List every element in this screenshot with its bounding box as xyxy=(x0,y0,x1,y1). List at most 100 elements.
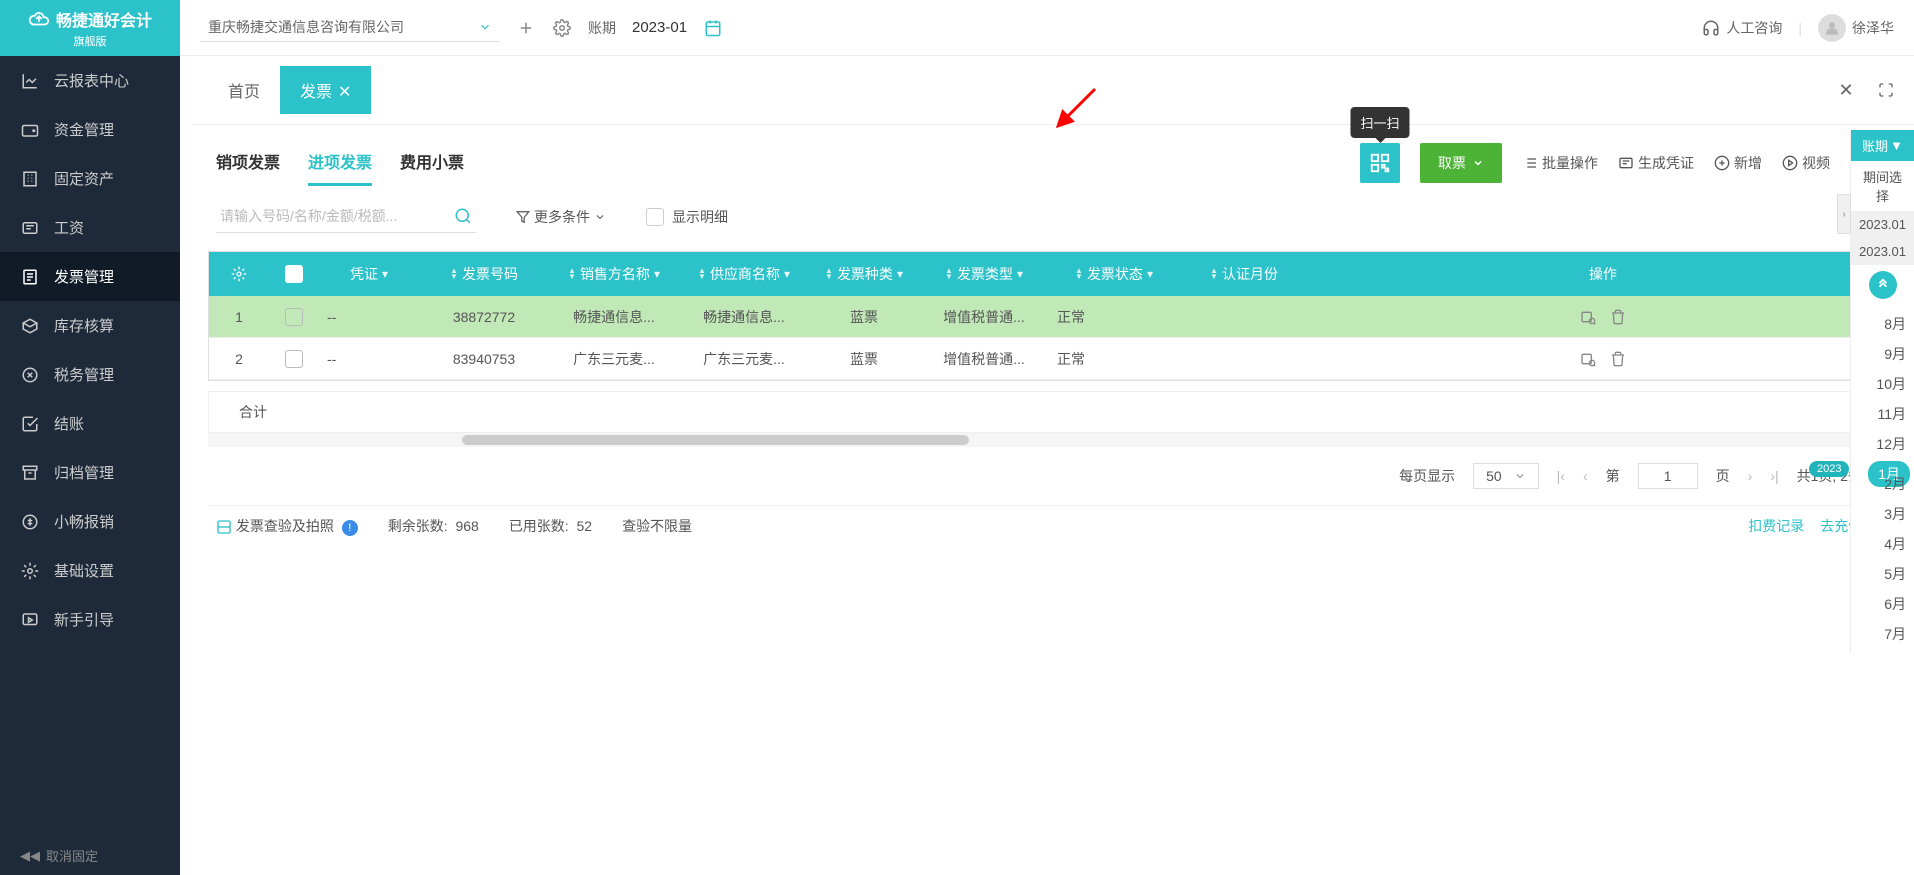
company-selector[interactable]: 重庆畅捷交通信息咨询有限公司 xyxy=(200,13,500,42)
close-icon[interactable]: ✕ xyxy=(338,84,351,101)
sort-icon[interactable]: ▲▼ xyxy=(945,268,953,280)
month-item[interactable]: 4月 xyxy=(1851,529,1914,559)
sidebar-item-label: 新手引导 xyxy=(54,609,114,630)
video-button[interactable]: 视频 xyxy=(1782,153,1830,173)
horizontal-scrollbar[interactable] xyxy=(208,433,1898,447)
stock-icon xyxy=(20,316,40,336)
sort-icon[interactable]: ▲▼ xyxy=(825,268,833,280)
settings-icon xyxy=(20,561,40,581)
sort-icon[interactable]: ▲▼ xyxy=(698,268,706,280)
filter-icon[interactable]: ▾ xyxy=(382,267,388,281)
row-checkbox[interactable] xyxy=(285,308,303,326)
support-link[interactable]: 人工咨询 xyxy=(1702,18,1782,38)
user-menu[interactable]: 徐泽华 xyxy=(1818,14,1894,42)
play-circle-icon xyxy=(1782,155,1798,171)
period-year-start[interactable]: 2023.01 xyxy=(1851,211,1914,238)
calendar-button[interactable] xyxy=(703,18,723,38)
scan-button[interactable]: 扫一扫 xyxy=(1360,143,1400,183)
tax-icon xyxy=(20,365,40,385)
month-item[interactable]: 11月 xyxy=(1851,399,1914,429)
sidebar-item-8[interactable]: 归档管理 xyxy=(0,448,180,497)
batch-button[interactable]: 批量操作 xyxy=(1522,153,1598,173)
verify-link[interactable]: 发票查验及拍照 ! xyxy=(216,516,358,536)
guide-icon xyxy=(20,610,40,630)
sidebar-item-11[interactable]: 新手引导 xyxy=(0,595,180,644)
gear-icon[interactable] xyxy=(231,266,247,282)
select-all-checkbox[interactable] xyxy=(285,265,303,283)
sidebar-item-7[interactable]: 结账 xyxy=(0,399,180,448)
month-item[interactable]: 9月 xyxy=(1851,339,1914,369)
prev-page[interactable]: ‹ xyxy=(1583,468,1588,484)
fetch-button[interactable]: 取票 xyxy=(1420,143,1502,183)
chevron-down-icon xyxy=(594,211,606,223)
fullscreen-button[interactable] xyxy=(1874,78,1898,102)
sub-tab-sales[interactable]: 销项发票 xyxy=(216,139,280,186)
sidebar-item-label: 发票管理 xyxy=(54,266,114,287)
sort-icon[interactable]: ▲▼ xyxy=(450,268,458,280)
month-item[interactable]: 5月 xyxy=(1851,559,1914,589)
filter-icon[interactable]: ▾ xyxy=(1147,267,1153,281)
page-input[interactable]: 1 xyxy=(1638,463,1698,489)
sidebar-item-4[interactable]: 发票管理 xyxy=(0,252,180,301)
show-detail-checkbox[interactable]: 显示明细 xyxy=(646,207,728,227)
avatar-icon xyxy=(1818,14,1846,42)
sort-icon[interactable]: ▲▼ xyxy=(1210,268,1218,280)
sub-tab-receipts[interactable]: 费用小票 xyxy=(400,139,464,186)
add-button[interactable] xyxy=(516,18,536,38)
tab-home[interactable]: 首页 xyxy=(208,66,280,114)
voucher-button[interactable]: 生成凭证 xyxy=(1618,153,1694,173)
period-collapse[interactable]: › xyxy=(1837,194,1851,234)
add-button[interactable]: 新增 xyxy=(1714,153,1762,173)
month-item[interactable]: 6月 xyxy=(1851,589,1914,619)
sidebar-item-1[interactable]: 资金管理 xyxy=(0,105,180,154)
period-dropdown[interactable]: 账期 ▼ xyxy=(1851,130,1914,161)
sub-tab-input[interactable]: 进项发票 xyxy=(308,139,372,186)
sidebar-item-10[interactable]: 基础设置 xyxy=(0,546,180,595)
scroll-top-button[interactable] xyxy=(1869,271,1897,299)
month-item[interactable]: 8月 xyxy=(1851,309,1914,339)
tabs-bar: 首页 发票✕ ✕ xyxy=(192,56,1914,125)
row-checkbox[interactable] xyxy=(285,350,303,368)
close-all-tabs[interactable]: ✕ xyxy=(1834,78,1858,102)
sidebar-unpin[interactable]: ◀◀取消固定 xyxy=(0,836,180,875)
view-icon[interactable] xyxy=(1580,309,1596,325)
first-page[interactable]: |‹ xyxy=(1557,468,1565,484)
filter-icon[interactable]: ▾ xyxy=(654,267,660,281)
month-item[interactable]: 20231月 xyxy=(1851,459,1914,469)
search-input[interactable]: 请输入号码/名称/金额/税额... xyxy=(216,200,476,233)
sidebar-item-label: 固定资产 xyxy=(54,168,114,189)
filter-icon[interactable]: ▾ xyxy=(1017,267,1023,281)
invoice-icon xyxy=(20,267,40,287)
billing-link[interactable]: 扣费记录 xyxy=(1748,516,1804,536)
table-row[interactable]: 1--38872772畅捷通信息...畅捷通信息...蓝票增值税普通...正常 xyxy=(209,296,1897,338)
month-item[interactable]: 12月 xyxy=(1851,429,1914,459)
sidebar-item-9[interactable]: 小畅报销 xyxy=(0,497,180,546)
per-page-select[interactable]: 50 xyxy=(1473,463,1539,489)
sidebar-item-label: 资金管理 xyxy=(54,119,114,140)
delete-icon[interactable] xyxy=(1610,309,1626,325)
view-icon[interactable] xyxy=(1580,351,1596,367)
sidebar-item-0[interactable]: 云报表中心 xyxy=(0,56,180,105)
filter-icon[interactable]: ▾ xyxy=(784,267,790,281)
sort-icon[interactable]: ▲▼ xyxy=(1075,268,1083,280)
filter-icon[interactable]: ▾ xyxy=(897,267,903,281)
delete-icon[interactable] xyxy=(1610,351,1626,367)
sidebar-item-5[interactable]: 库存核算 xyxy=(0,301,180,350)
sidebar-item-3[interactable]: 工资 xyxy=(0,203,180,252)
period-year-end[interactable]: 2023.01 xyxy=(1851,238,1914,265)
settings-button[interactable] xyxy=(552,18,572,38)
table-row[interactable]: 2--83940753广东三元麦...广东三元麦...蓝票增值税普通...正常 xyxy=(209,338,1897,380)
next-page[interactable]: › xyxy=(1748,468,1753,484)
month-item[interactable]: 2月 xyxy=(1851,469,1914,499)
tab-invoice[interactable]: 发票✕ xyxy=(280,66,371,114)
sort-icon[interactable]: ▲▼ xyxy=(568,268,576,280)
last-page[interactable]: ›| xyxy=(1770,468,1778,484)
qr-icon xyxy=(1369,152,1391,174)
sidebar-item-2[interactable]: 固定资产 xyxy=(0,154,180,203)
period-panel: 账期 ▼ › 期间选择 2023.01 2023.01 8月9月10月11月12… xyxy=(1850,130,1914,653)
month-item[interactable]: 3月 xyxy=(1851,499,1914,529)
month-item[interactable]: 10月 xyxy=(1851,369,1914,399)
sidebar-item-6[interactable]: 税务管理 xyxy=(0,350,180,399)
month-item[interactable]: 7月 xyxy=(1851,619,1914,649)
more-filters[interactable]: 更多条件 xyxy=(516,207,606,227)
